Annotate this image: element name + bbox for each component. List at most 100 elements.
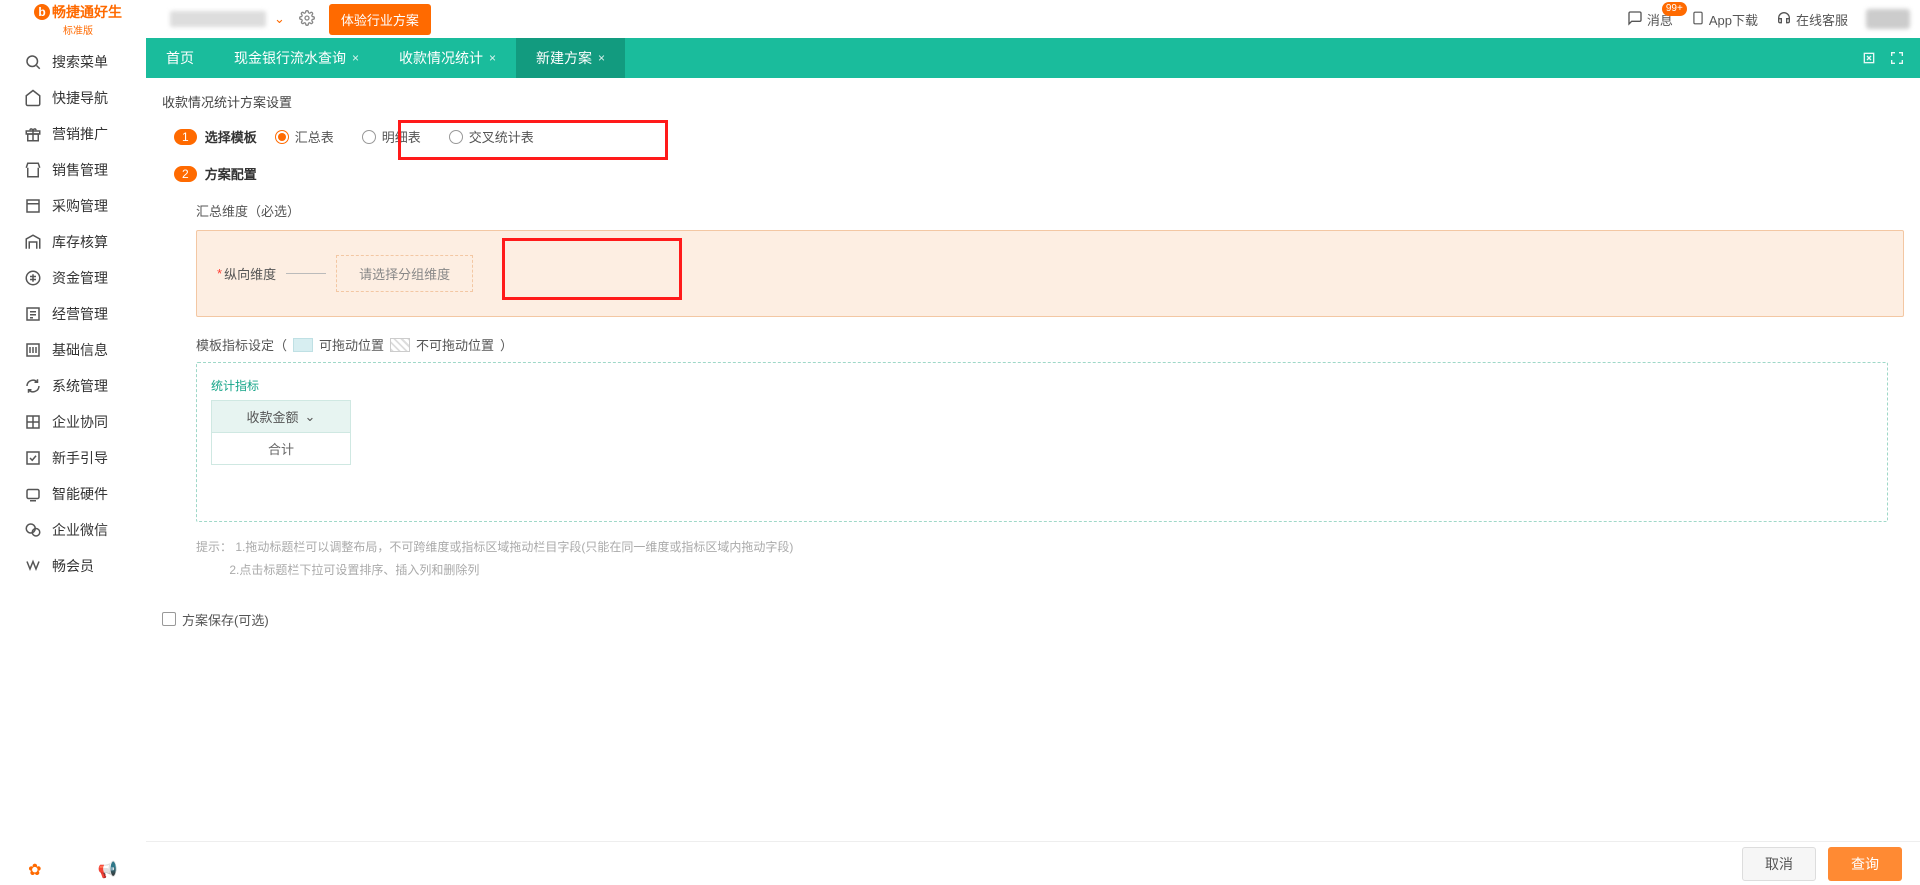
list-icon	[24, 305, 42, 323]
topbar: b 畅捷通好生 标准版 ⌄ 体验行业方案 消息 99+ App下载	[0, 0, 1920, 38]
step1-badge: 1	[174, 129, 197, 145]
sidebar-item-member[interactable]: 畅会员	[0, 548, 146, 584]
close-all-tabs-icon[interactable]	[1860, 49, 1878, 67]
refresh-icon	[24, 377, 42, 395]
shop-icon	[24, 161, 42, 179]
dim-panel: *纵向维度 请选择分组维度	[196, 230, 1904, 317]
stat-indicator-dropdown[interactable]: 收款金额 ⌄	[212, 401, 350, 432]
step2-badge: 2	[174, 166, 197, 182]
tab-receipt-stats[interactable]: 收款情况统计×	[379, 38, 516, 78]
sidebar-item-guide[interactable]: 新手引导	[0, 440, 146, 476]
stat-indicator-box: 收款金额 ⌄ 合计	[211, 400, 351, 465]
fullscreen-icon[interactable]	[1888, 49, 1906, 67]
indicator-panel: 统计指标 收款金额 ⌄ 合计	[196, 362, 1888, 522]
close-icon[interactable]: ×	[598, 51, 605, 65]
box-icon	[24, 197, 42, 215]
experience-button[interactable]: 体验行业方案	[329, 4, 431, 35]
chat-icon	[1627, 10, 1643, 29]
info-icon	[24, 341, 42, 359]
page-title: 收款情况统计方案设置	[162, 92, 1904, 111]
sidebar-item-inventory[interactable]: 库存核算	[0, 224, 146, 260]
sidebar-item-operations[interactable]: 经营管理	[0, 296, 146, 332]
close-icon[interactable]: ×	[352, 51, 359, 65]
tabs: 首页 现金银行流水查询× 收款情况统计× 新建方案×	[146, 38, 1920, 78]
enterprise-icon	[24, 413, 42, 431]
cancel-button[interactable]: 取消	[1742, 847, 1816, 881]
sidebar-item-sales-mgmt[interactable]: 销售管理	[0, 152, 146, 188]
warehouse-icon	[24, 233, 42, 251]
wechat-icon	[24, 521, 42, 539]
brand-edition: 标准版	[63, 22, 93, 37]
close-icon[interactable]: ×	[489, 51, 496, 65]
sound-icon[interactable]: 📢	[98, 860, 118, 880]
gear-icon[interactable]	[299, 10, 315, 29]
online-service-button[interactable]: 在线客服	[1776, 10, 1848, 29]
sidebar-item-purchase-mgmt[interactable]: 采购管理	[0, 188, 146, 224]
sidebar-item-quick-nav[interactable]: 快捷导航	[0, 80, 146, 116]
swatch-not-draggable	[390, 338, 410, 352]
brand-icon: b	[34, 4, 50, 20]
query-button[interactable]: 查询	[1828, 847, 1902, 881]
indicator-legend: 模板指标设定（ 可拖动位置 不可拖动位置 ）	[196, 335, 1904, 354]
radio-detail[interactable]: 明细表	[362, 127, 421, 146]
save-checkbox-label: 方案保存(可选)	[182, 610, 269, 629]
step1-row: 1 选择模板 汇总表 明细表 交叉统计表	[174, 127, 1904, 146]
sidebar-item-funds[interactable]: 资金管理	[0, 260, 146, 296]
content: 收款情况统计方案设置 1 选择模板 汇总表 明细表 交叉统计表 2 方案配置 汇…	[146, 78, 1920, 885]
guide-icon	[24, 449, 42, 467]
messages-button[interactable]: 消息 99+	[1627, 10, 1673, 29]
stat-total-cell: 合计	[212, 432, 350, 464]
stat-header: 统计指标	[211, 377, 1873, 394]
sidebar-item-marketing[interactable]: 营销推广	[0, 116, 146, 152]
step1-label: 选择模板	[205, 127, 257, 146]
app-download-button[interactable]: App下载	[1691, 10, 1758, 29]
sidebar: 搜索菜单 快捷导航 营销推广 销售管理 采购管理 库存核算 资金管理 经营管理 …	[0, 38, 146, 885]
sidebar-item-system[interactable]: 系统管理	[0, 368, 146, 404]
home-icon[interactable]: ✿	[28, 860, 41, 880]
footer: 取消 查询	[146, 841, 1920, 885]
vip-icon	[24, 557, 42, 575]
radio-cross[interactable]: 交叉统计表	[449, 127, 534, 146]
save-plan-row: 方案保存(可选)	[162, 610, 1904, 629]
phone-icon	[1691, 11, 1705, 28]
save-checkbox[interactable]	[162, 612, 176, 626]
tab-new-plan[interactable]: 新建方案×	[516, 38, 625, 78]
headset-icon	[1776, 10, 1792, 29]
required-star-icon: *	[217, 266, 222, 281]
chevron-down-icon: ⌄	[274, 11, 285, 27]
brand-name: 畅捷通好生	[52, 2, 122, 22]
user-avatar[interactable]	[1866, 9, 1910, 29]
step2-label: 方案配置	[205, 164, 257, 183]
sidebar-item-basic-info[interactable]: 基础信息	[0, 332, 146, 368]
search-icon	[24, 53, 42, 71]
radio-summary[interactable]: 汇总表	[275, 127, 334, 146]
sidebar-item-enterprise-collab[interactable]: 企业协同	[0, 404, 146, 440]
tab-cash-bank-flow[interactable]: 现金银行流水查询×	[214, 38, 379, 78]
connector-line	[286, 273, 326, 274]
tenant-dropdown[interactable]: ⌄	[170, 11, 285, 27]
sidebar-item-search-menu[interactable]: 搜索菜单	[0, 44, 146, 80]
radio-dot-icon	[362, 130, 376, 144]
tips: 提示： 1.拖动标题栏可以调整布局，不可跨维度或指标区域拖动栏目字段(只能在同一…	[196, 536, 1904, 582]
tenant-name-blurred	[170, 11, 266, 27]
tab-home[interactable]: 首页	[146, 38, 214, 78]
gift-icon	[24, 125, 42, 143]
dim-section-title: 汇总维度（必选）	[196, 201, 1904, 220]
sidebar-item-hardware[interactable]: 智能硬件	[0, 476, 146, 512]
hardware-icon	[24, 485, 42, 503]
home-icon	[24, 89, 42, 107]
messages-badge: 99+	[1662, 2, 1687, 16]
sidebar-bottom-icons: ✿ 📢	[0, 855, 146, 885]
template-radio-group: 汇总表 明细表 交叉统计表	[275, 127, 534, 146]
main: 首页 现金银行流水查询× 收款情况统计× 新建方案× 收款情况统计方案设置 1 …	[146, 38, 1920, 885]
swatch-draggable	[293, 338, 313, 352]
chevron-down-icon: ⌄	[305, 409, 316, 425]
dim-dropzone[interactable]: 请选择分组维度	[336, 255, 473, 292]
radio-dot-icon	[275, 130, 289, 144]
sidebar-item-wechat[interactable]: 企业微信	[0, 512, 146, 548]
radio-dot-icon	[449, 130, 463, 144]
dim-row-label: *纵向维度	[217, 264, 276, 283]
money-icon	[24, 269, 42, 287]
brand: b 畅捷通好生 标准版	[10, 2, 146, 37]
step2-row: 2 方案配置	[174, 164, 1904, 183]
